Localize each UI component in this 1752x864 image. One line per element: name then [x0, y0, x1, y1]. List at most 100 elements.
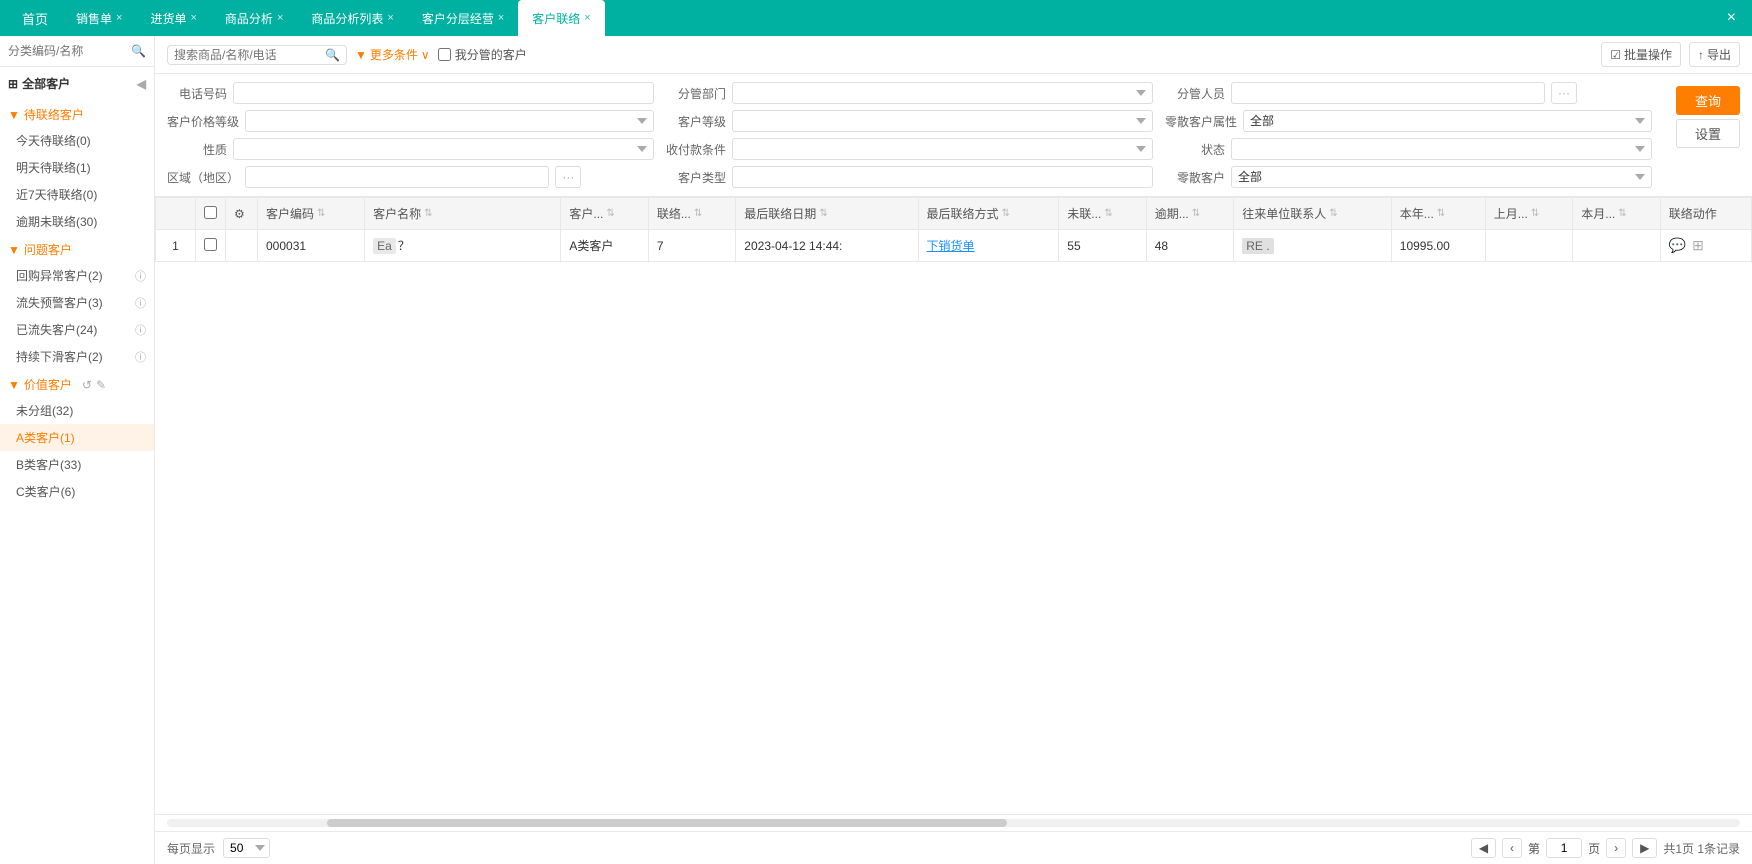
payment-select[interactable] — [732, 138, 1153, 160]
last-page-btn[interactable]: ▶ — [1632, 838, 1657, 858]
nature-select[interactable] — [233, 138, 654, 160]
row-checkbox[interactable] — [204, 238, 217, 251]
info-icon-1[interactable]: ⓘ — [135, 268, 146, 284]
sidebar-item-c-class[interactable]: C类客户(6) — [0, 478, 154, 505]
close-all-tabs[interactable]: × — [1719, 9, 1744, 27]
nav-sales-order[interactable]: 销售单 × — [62, 0, 136, 36]
price-level-select[interactable] — [245, 110, 654, 132]
customer-level-select[interactable] — [732, 110, 1153, 132]
table-row: 1 000031 Ea？ A类客户 7 2023-04-12 14:44: — [156, 230, 1752, 262]
status-select[interactable] — [1231, 138, 1652, 160]
search-input[interactable] — [174, 48, 325, 62]
content-area: 🔍 ▼ 更多条件 ∨ 我分管的客户 ☑ 批量操作 ↑ 导出 — [155, 36, 1752, 864]
th-code: 客户编码 ⇅ — [258, 198, 365, 230]
sidebar-item-lost[interactable]: 已流失客户(24) ⓘ — [0, 316, 154, 343]
prev-page-btn[interactable]: ‹ — [1502, 838, 1522, 858]
nature-label: 性质 — [167, 141, 227, 158]
search-icon[interactable]: 🔍 — [325, 48, 340, 62]
region-input[interactable] — [245, 166, 549, 188]
nav-close-product-analysis[interactable]: × — [277, 12, 283, 24]
sidebar-item-today[interactable]: 今天待联络(0) — [0, 127, 154, 154]
sort-icon-uc[interactable]: ⇅ — [1329, 208, 1337, 219]
sidebar-collapse-btn[interactable]: ◀ — [137, 77, 146, 91]
all-customers-header[interactable]: ⊞ 全部客户 ◀ — [0, 67, 154, 100]
sidebar-item-lost-warning[interactable]: 流失预警客户(3) ⓘ — [0, 289, 154, 316]
sidebar-search-icon[interactable]: 🔍 — [131, 44, 146, 58]
problem-group-title: ▼ 问题客户 — [0, 235, 154, 262]
sidebar-item-7days[interactable]: 近7天待联络(0) — [0, 181, 154, 208]
phone-input[interactable] — [233, 82, 654, 104]
sidebar-item-b-class[interactable]: B类客户(33) — [0, 451, 154, 478]
person-dots-btn[interactable]: ··· — [1551, 82, 1577, 104]
sort-icon-lcd[interactable]: ⇅ — [819, 208, 827, 219]
sort-icon-name[interactable]: ⇅ — [424, 208, 432, 219]
sidebar-item-repurchase-anomaly[interactable]: 回购异常客户(2) ⓘ — [0, 262, 154, 289]
filter-cell-status: 状态 — [1165, 138, 1664, 160]
filter-cell-retail-customer: 零散客户 全部 — [1165, 166, 1664, 188]
nav-purchase-order[interactable]: 进货单 × — [136, 0, 210, 36]
nav-close-purchase[interactable]: × — [190, 12, 196, 24]
filter-cell-phone: 电话号码 — [167, 82, 666, 104]
sidebar-search-input[interactable] — [8, 44, 127, 58]
per-page-select[interactable]: 50 100 200 — [223, 838, 270, 858]
customer-level-label: 客户等级 — [666, 113, 726, 130]
my-customers-checkbox[interactable] — [438, 48, 451, 61]
sidebar-item-a-class[interactable]: A类客户(1) — [0, 424, 154, 451]
batch-ops-btn[interactable]: ☑ 批量操作 — [1601, 42, 1681, 67]
sidebar-item-overdue[interactable]: 逾期未联络(30) — [0, 208, 154, 235]
unit-contact-box: RE . — [1242, 238, 1273, 254]
first-page-btn[interactable]: ◀ — [1471, 838, 1496, 858]
export-btn[interactable]: ↑ 导出 — [1689, 42, 1740, 67]
nav-close-sales[interactable]: × — [116, 12, 122, 24]
sort-icon-ty[interactable]: ⇅ — [1437, 208, 1445, 219]
nav-product-analysis[interactable]: 商品分析 × — [211, 0, 297, 36]
setting-button[interactable]: 设置 — [1676, 119, 1740, 148]
retail-customer-select[interactable]: 全部 — [1231, 166, 1652, 188]
info-icon-4[interactable]: ⓘ — [135, 349, 146, 365]
nav-product-analysis-list[interactable]: 商品分析列表 × — [297, 0, 407, 36]
dept-select[interactable] — [732, 82, 1153, 104]
scrollbar-thumb[interactable] — [327, 819, 1007, 827]
nav-close-customer-segment[interactable]: × — [498, 12, 504, 24]
sort-icon-cc[interactable]: ⇅ — [694, 208, 702, 219]
refresh-icon[interactable]: ↺ — [82, 378, 92, 392]
edit-icon[interactable]: ✎ — [96, 378, 106, 392]
sidebar-item-tomorrow[interactable]: 明天待联络(1) — [0, 154, 154, 181]
last-contact-method-link[interactable]: 下销货单 — [927, 239, 975, 253]
select-all-checkbox[interactable] — [204, 206, 217, 219]
person-input[interactable] — [1231, 82, 1545, 104]
nav-close-customer-contact[interactable]: × — [584, 12, 590, 24]
nav-close-product-analysis-list[interactable]: × — [387, 12, 393, 24]
nav-customer-segment[interactable]: 客户分层经营 × — [408, 0, 518, 36]
info-icon-2[interactable]: ⓘ — [135, 295, 146, 311]
page-input[interactable] — [1546, 838, 1582, 858]
horizontal-scrollbar[interactable] — [167, 819, 1740, 827]
nav-customer-contact[interactable]: 客户联络 × — [518, 0, 604, 36]
filter-cell-customer-level: 客户等级 — [666, 110, 1165, 132]
customer-type-input[interactable] — [732, 166, 1153, 188]
grid-action-icon[interactable]: ⊞ — [1692, 237, 1704, 254]
sort-icon-lm[interactable]: ⇅ — [1531, 208, 1539, 219]
sort-icon-nc[interactable]: ⇅ — [1104, 208, 1112, 219]
sort-icon-ctype[interactable]: ⇅ — [606, 208, 614, 219]
th-overdue-label: 逾期... — [1155, 205, 1189, 222]
sidebar-item-declining[interactable]: 持续下滑客户(2) ⓘ — [0, 343, 154, 370]
settings-icon[interactable]: ⚙ — [234, 207, 245, 221]
more-conditions-btn[interactable]: ▼ 更多条件 ∨ — [355, 46, 430, 63]
info-icon-3[interactable]: ⓘ — [135, 322, 146, 338]
retail-attr-select[interactable]: 全部 — [1243, 110, 1652, 132]
region-dots-btn[interactable]: ··· — [555, 166, 581, 188]
sort-icon-code[interactable]: ⇅ — [317, 208, 325, 219]
chat-icon[interactable]: 💬 — [1669, 237, 1686, 254]
sort-icon-tm[interactable]: ⇅ — [1618, 208, 1626, 219]
sidebar-item-ungrouped[interactable]: 未分组(32) — [0, 397, 154, 424]
row-unit-contact: RE . — [1234, 230, 1392, 262]
filter-row-3: 性质 收付款条件 状态 — [167, 138, 1664, 160]
query-button[interactable]: 查询 — [1676, 86, 1740, 115]
row-code: 000031 — [258, 230, 365, 262]
row-action: 💬 ⊞ — [1660, 230, 1751, 262]
next-page-btn[interactable]: › — [1606, 838, 1626, 858]
sort-icon-od[interactable]: ⇅ — [1192, 208, 1200, 219]
nav-home[interactable]: 首页 — [8, 0, 62, 36]
sort-icon-lcm[interactable]: ⇅ — [1002, 208, 1010, 219]
